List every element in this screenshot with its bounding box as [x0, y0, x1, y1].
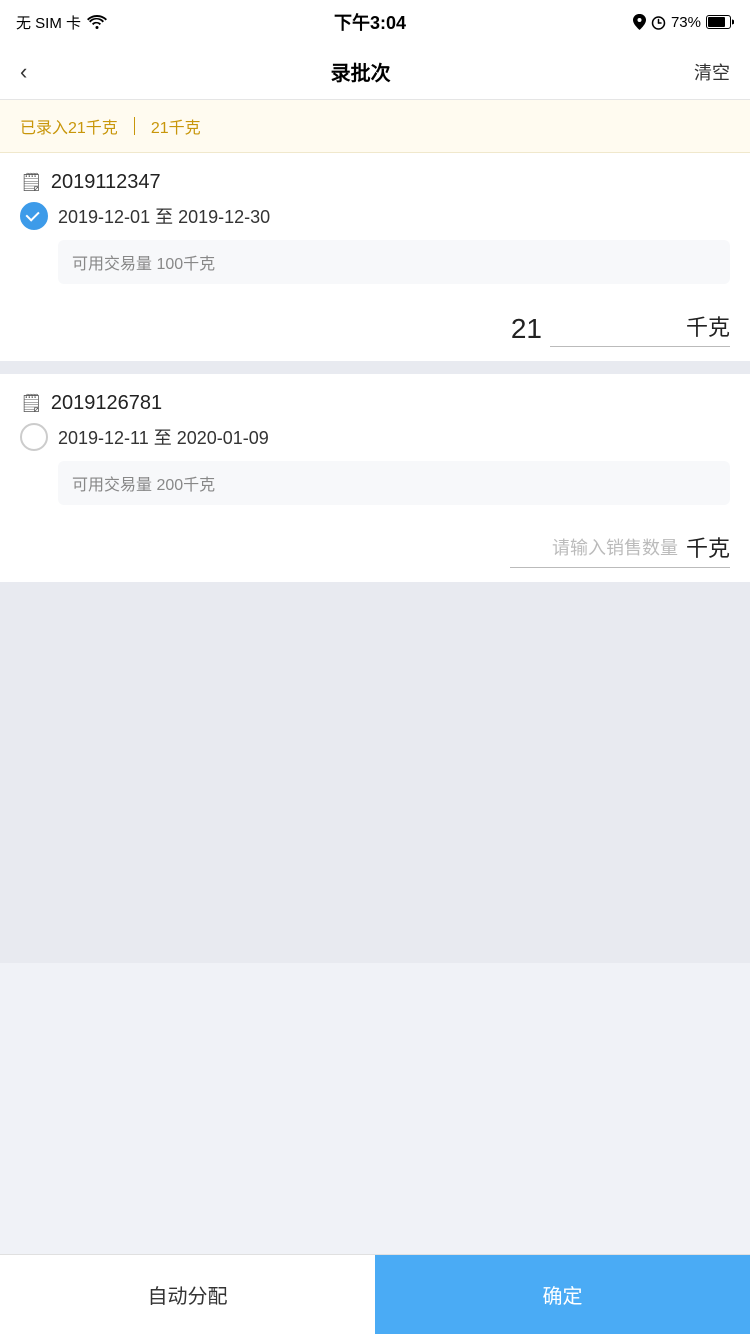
section-gap: [0, 362, 750, 374]
info-banner: 已录入21千克 21千克: [0, 100, 750, 153]
recorded-amount: 已录入21千克: [20, 114, 118, 138]
batch-1-radio[interactable]: [20, 202, 48, 230]
page-title: 录批次: [331, 57, 391, 86]
confirm-button[interactable]: 确定: [375, 1255, 750, 1334]
batch-2-avail: 可用交易量 200千克: [72, 477, 215, 494]
batch-1-qty-value: 21: [511, 313, 542, 345]
batch-2-input-placeholder: 请输入销售数量: [552, 534, 678, 560]
location-icon: [633, 14, 646, 30]
total-amount: 21千克: [151, 114, 201, 138]
batch-item-2-header: 🗒 2019126781: [20, 392, 730, 415]
batch-1-avail-box: 可用交易量 100千克: [58, 240, 730, 284]
batch-2-input-top: 请输入销售数量 千克: [552, 531, 730, 563]
batch-1-id: 2019112347: [51, 171, 161, 194]
battery-percent: 73%: [671, 14, 701, 31]
batch-item-1-header: 🗒 2019112347: [20, 171, 730, 194]
status-left: 无 SIM 卡: [16, 12, 107, 33]
batch-2-id: 2019126781: [51, 392, 162, 415]
status-bar: 无 SIM 卡 下午3:04 73%: [0, 0, 750, 44]
battery-icon: [706, 15, 734, 29]
batch-2-radio[interactable]: [20, 423, 48, 451]
auto-distribute-button[interactable]: 自动分配: [0, 1255, 375, 1334]
batch-2-input-unit: 千克: [686, 531, 730, 563]
info-divider: [134, 117, 135, 135]
batch-item-1: 🗒 2019112347 2019-12-01 至 2019-12-30 可用交…: [0, 153, 750, 300]
batch-2-avail-box: 可用交易量 200千克: [58, 461, 730, 505]
batch-1-qty-row[interactable]: 21 千克: [0, 300, 750, 362]
empty-area: [0, 583, 750, 963]
batch-2-date: 2019-12-11 至 2020-01-09: [58, 424, 269, 450]
batch-1-date: 2019-12-01 至 2019-12-30: [58, 203, 270, 229]
nav-bar: ‹ 录批次 清空: [0, 44, 750, 100]
batch-1-avail: 可用交易量 100千克: [72, 256, 215, 273]
alarm-icon: [651, 14, 666, 30]
batch-item-2: 🗒 2019126781 2019-12-11 至 2020-01-09 可用交…: [0, 374, 750, 521]
batch-1-date-row[interactable]: 2019-12-01 至 2019-12-30: [20, 202, 730, 230]
batch-2-input-wrap: 请输入销售数量 千克: [510, 531, 730, 568]
batch-2-input-underline: [510, 567, 730, 568]
status-time: 下午3:04: [334, 9, 406, 35]
carrier-text: 无 SIM 卡: [16, 12, 81, 33]
bottom-bar: 自动分配 确定: [0, 1254, 750, 1334]
back-button[interactable]: ‹: [20, 59, 27, 85]
batch-2-date-row[interactable]: 2019-12-11 至 2020-01-09: [20, 423, 730, 451]
batch-1-qty-wrap: 千克: [550, 310, 730, 347]
wifi-icon: [87, 15, 107, 29]
clear-button[interactable]: 清空: [694, 59, 730, 85]
batch-card-2: 🗒 2019126781 2019-12-11 至 2020-01-09 可用交…: [0, 374, 750, 583]
status-right: 73%: [633, 14, 734, 31]
batch-1-doc-icon: 🗒: [20, 172, 43, 193]
batch-2-doc-icon: 🗒: [20, 393, 43, 414]
batch-2-input-row[interactable]: 请输入销售数量 千克: [0, 521, 750, 583]
batch-1-qty-unit: 千克: [686, 310, 730, 342]
batch-card-1: 🗒 2019112347 2019-12-01 至 2019-12-30 可用交…: [0, 153, 750, 362]
batch-1-qty-line: [550, 346, 730, 347]
